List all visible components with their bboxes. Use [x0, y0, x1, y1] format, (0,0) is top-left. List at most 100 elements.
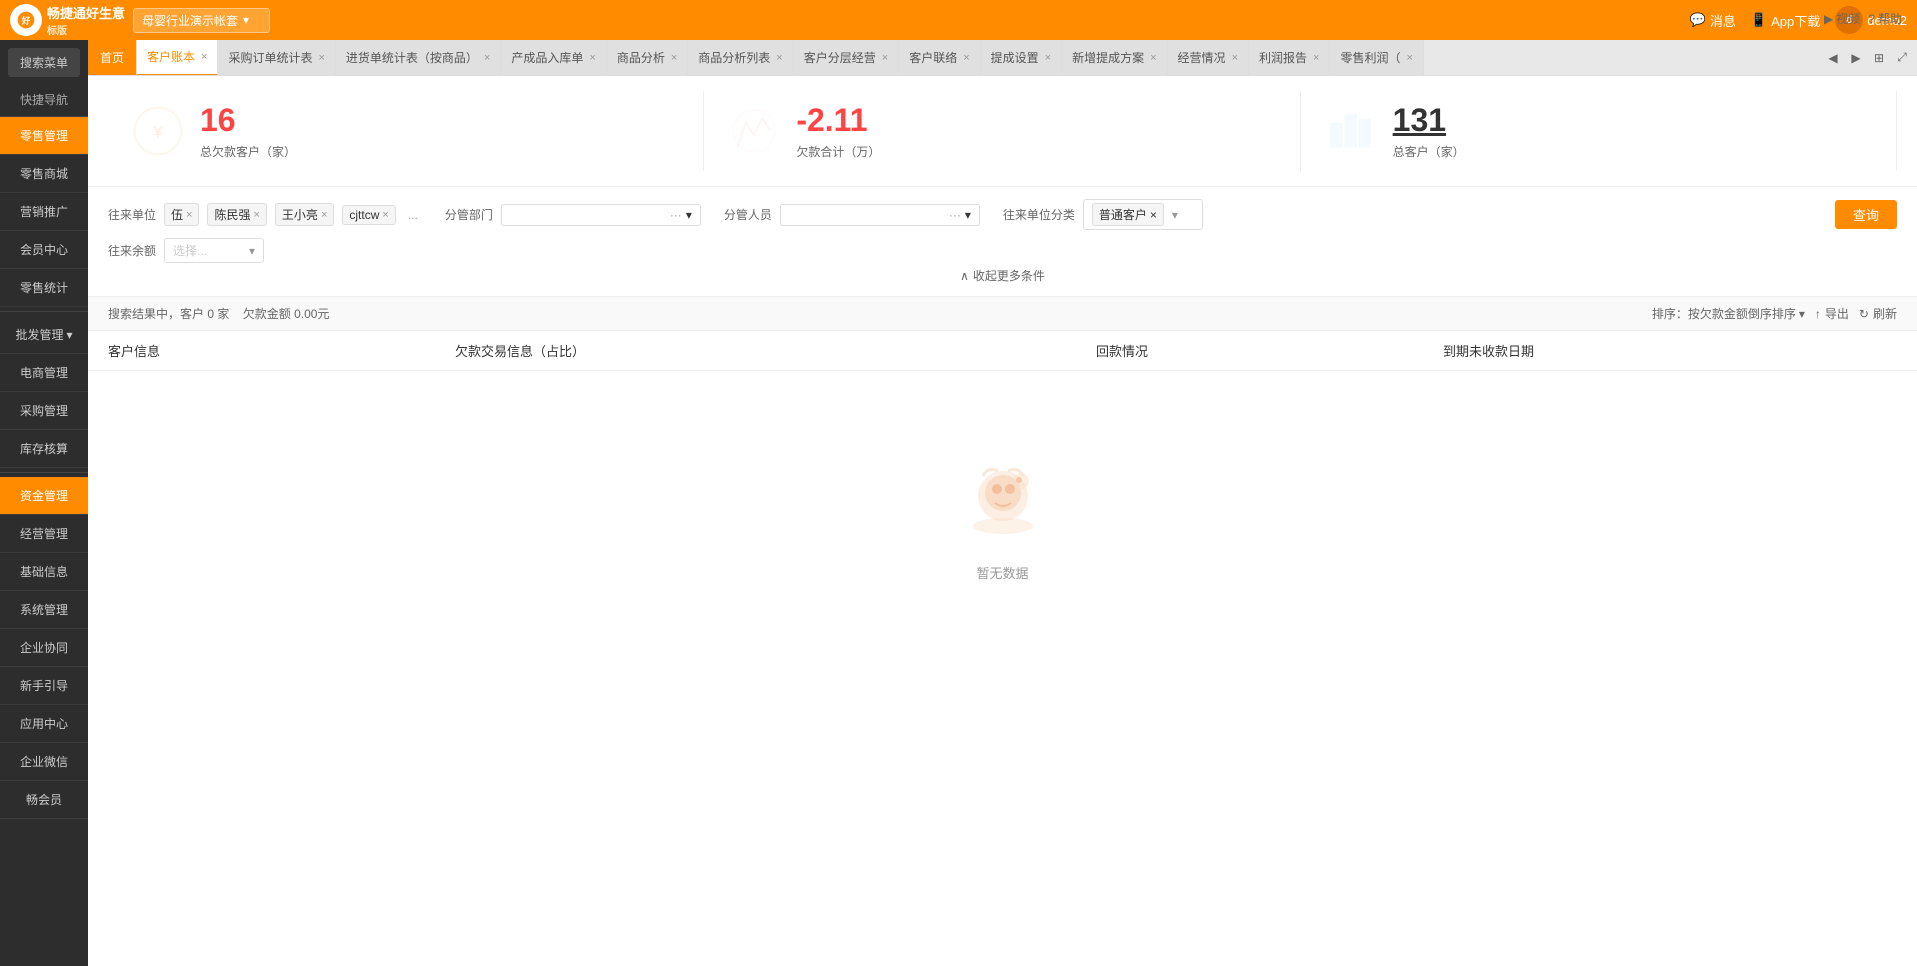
export-label: 导出 — [1825, 305, 1849, 322]
branch-dept-label: 分管部门 — [445, 206, 493, 223]
tab-product-analysis[interactable]: 商品分析 × — [607, 40, 688, 76]
remove-tag-chen[interactable]: × — [253, 209, 259, 221]
tab-label: 采购订单统计表 — [228, 49, 312, 66]
transaction-unit-label: 往来单位 — [108, 206, 156, 223]
remove-tag-wang[interactable]: × — [321, 209, 327, 221]
stat-card-total-customers: 131 总客户（家） — [1301, 91, 1897, 171]
sidebar-item-operations[interactable]: 经营管理 — [0, 515, 88, 553]
sidebar-item-retail-stats[interactable]: 零售统计 — [0, 269, 88, 307]
refresh-label: 刷新 — [1873, 305, 1897, 322]
tab-close-profit[interactable]: × — [1313, 52, 1319, 64]
sidebar-item-app-center[interactable]: 应用中心 — [0, 705, 88, 743]
sidebar-item-wholesale[interactable]: 批发管理 ▾ — [0, 316, 88, 354]
sidebar-item-super-member[interactable]: 畅会员 — [0, 781, 88, 819]
refresh-button[interactable]: ↻ 刷新 — [1859, 305, 1897, 322]
branch-dept-select[interactable]: ··· ▾ — [501, 204, 701, 226]
top-bar: 好 畅捷通好生意 标版 母婴行业演示帐套 ▾ 💬 消息 📱 App下载 — [0, 0, 1917, 40]
tab-profit[interactable]: 利润报告 × — [1249, 40, 1330, 76]
app-download-btn[interactable]: 📱 App下载 — [1751, 11, 1820, 30]
sidebar-item-ecommerce[interactable]: 电商管理 — [0, 354, 88, 392]
sidebar-item-member[interactable]: 会员中心 — [0, 231, 88, 269]
tab-stock-stats[interactable]: 进货单统计表（按商品） × — [336, 40, 501, 76]
tab-close-operations[interactable]: × — [1232, 52, 1238, 64]
sidebar-item-inventory[interactable]: 库存核算 — [0, 430, 88, 468]
tab-product-receipt[interactable]: 产成品入库单 × — [501, 40, 606, 76]
table-header: 客户信息 欠款交易信息（占比） 回款情况 到期未收款日期 — [88, 331, 1917, 371]
sidebar-item-newbie[interactable]: 新手引导 — [0, 667, 88, 705]
tab-new-plan[interactable]: 新增提成方案 × — [1062, 40, 1167, 76]
classify-tag-text: 普通客户 — [1099, 206, 1147, 223]
message-label: 消息 — [1710, 11, 1736, 30]
sort-selector[interactable]: 排序：按欠款金额倒序排序 ▾ — [1652, 305, 1805, 322]
tab-close-stock-stats[interactable]: × — [484, 52, 490, 64]
tab-product-list[interactable]: 商品分析列表 × — [688, 40, 793, 76]
sidebar-item-retail-mall[interactable]: 零售商城 — [0, 155, 88, 193]
tab-label: 提成设置 — [991, 49, 1039, 66]
sidebar: 搜索菜单 快捷导航 零售管理 零售商城 营销推广 会员中心 零售统计 批发管理 … — [0, 40, 88, 966]
tab-close-purchase-order[interactable]: × — [318, 52, 324, 64]
message-btn[interactable]: 💬 消息 — [1690, 11, 1736, 30]
collapse-button[interactable]: ∧ 收起更多条件 — [108, 267, 1897, 284]
tab-customer-account[interactable]: 客户账本 × — [137, 40, 218, 76]
more-tags-btn[interactable]: ... — [404, 206, 422, 224]
filter-area: 往来单位 伍 × 陈民强 × 王小亮 × — [88, 187, 1917, 297]
sidebar-item-system[interactable]: 系统管理 — [0, 591, 88, 629]
table-header-row: 客户信息 欠款交易信息（占比） 回款情况 到期未收款日期 — [88, 331, 1917, 371]
tab-fullscreen-button[interactable]: ⤢ — [1892, 48, 1912, 68]
remaining-amount-select[interactable]: 选择... ▾ — [164, 238, 264, 263]
tab-home[interactable]: 首页 — [88, 40, 137, 76]
debit-amount-result-label: 欠款金额 — [243, 307, 291, 321]
tab-expand-button[interactable]: ⊞ — [1869, 48, 1889, 68]
filter-row-2: 往来余额 选择... ▾ — [108, 238, 1897, 263]
remove-tag-cjttcw[interactable]: × — [382, 209, 388, 221]
sidebar-item-basic-info[interactable]: 基础信息 — [0, 553, 88, 591]
collapse-label: 收起更多条件 — [973, 267, 1045, 284]
sidebar-search-button[interactable]: 搜索菜单 — [8, 48, 80, 77]
tab-promotion-settings[interactable]: 提成设置 × — [981, 40, 1062, 76]
sidebar-item-marketing[interactable]: 营销推广 — [0, 193, 88, 231]
industry-selector[interactable]: 母婴行业演示帐套 ▾ — [133, 8, 270, 33]
unit-classify-select[interactable]: 普通客户 × ▾ — [1083, 199, 1203, 230]
tab-close-product-receipt[interactable]: × — [589, 52, 595, 64]
tab-customer-tier[interactable]: 客户分层经营 × — [794, 40, 899, 76]
sidebar-item-label: 零售商城 — [20, 167, 68, 181]
query-button[interactable]: 查询 — [1835, 200, 1897, 229]
top-bar-left: 好 畅捷通好生意 标版 母婴行业演示帐套 ▾ — [10, 3, 270, 37]
sidebar-item-purchase[interactable]: 采购管理 — [0, 392, 88, 430]
sidebar-quick-nav[interactable]: 快捷导航 — [0, 85, 88, 117]
tab-close-customer-contact[interactable]: × — [963, 52, 969, 64]
refresh-icon: ↻ — [1859, 307, 1869, 321]
filter-row-1: 往来单位 伍 × 陈民强 × 王小亮 × — [108, 199, 1897, 230]
tab-close-product-analysis[interactable]: × — [671, 52, 677, 64]
tab-next-button[interactable]: ▶ — [1846, 48, 1866, 68]
tab-operations[interactable]: 经营情况 × — [1168, 40, 1249, 76]
tab-close-product-list[interactable]: × — [776, 52, 782, 64]
sidebar-item-wechat[interactable]: 企业微信 — [0, 743, 88, 781]
tab-close-customer-account[interactable]: × — [201, 51, 207, 63]
sidebar-item-enterprise[interactable]: 企业协同 — [0, 629, 88, 667]
result-prefix: 搜索结果中，客户 — [108, 307, 204, 321]
tab-retail-profit[interactable]: 零售利润（ × — [1330, 40, 1423, 76]
branch-person-select[interactable]: ··· ▾ — [780, 204, 980, 226]
tab-close-new-plan[interactable]: × — [1150, 52, 1156, 64]
sidebar-item-label: 畅会员 — [26, 793, 62, 807]
tab-label: 新增提成方案 — [1072, 49, 1144, 66]
dropdown-arrow-icon: ▾ — [686, 208, 692, 222]
sidebar-item-label: 新手引导 — [20, 679, 68, 693]
remove-classify-tag[interactable]: × — [1150, 208, 1157, 222]
tab-label: 进货单统计表（按商品） — [346, 49, 478, 66]
tab-close-customer-tier[interactable]: × — [882, 52, 888, 64]
tab-prev-button[interactable]: ◀ — [1823, 48, 1843, 68]
tab-customer-contact[interactable]: 客户联络 × — [899, 40, 980, 76]
export-button[interactable]: ↑ 导出 — [1815, 305, 1849, 322]
sidebar-item-retail-mgmt[interactable]: 零售管理 — [0, 117, 88, 155]
svg-text:好: 好 — [21, 15, 31, 25]
remove-tag-wu[interactable]: × — [186, 209, 192, 221]
tab-close-promotion-settings[interactable]: × — [1045, 52, 1051, 64]
tab-close-retail-profit[interactable]: × — [1406, 52, 1412, 64]
sidebar-item-capital[interactable]: 资金管理 — [0, 477, 88, 515]
result-bar: 搜索结果中，客户 0 家 欠款金额 0.00元 排序：按欠款金额倒序排序 ▾ — [88, 297, 1917, 331]
empty-label: 暂无数据 — [976, 563, 1028, 582]
logo-title: 畅捷通好生意 — [47, 3, 125, 22]
tab-purchase-order[interactable]: 采购订单统计表 × — [218, 40, 335, 76]
